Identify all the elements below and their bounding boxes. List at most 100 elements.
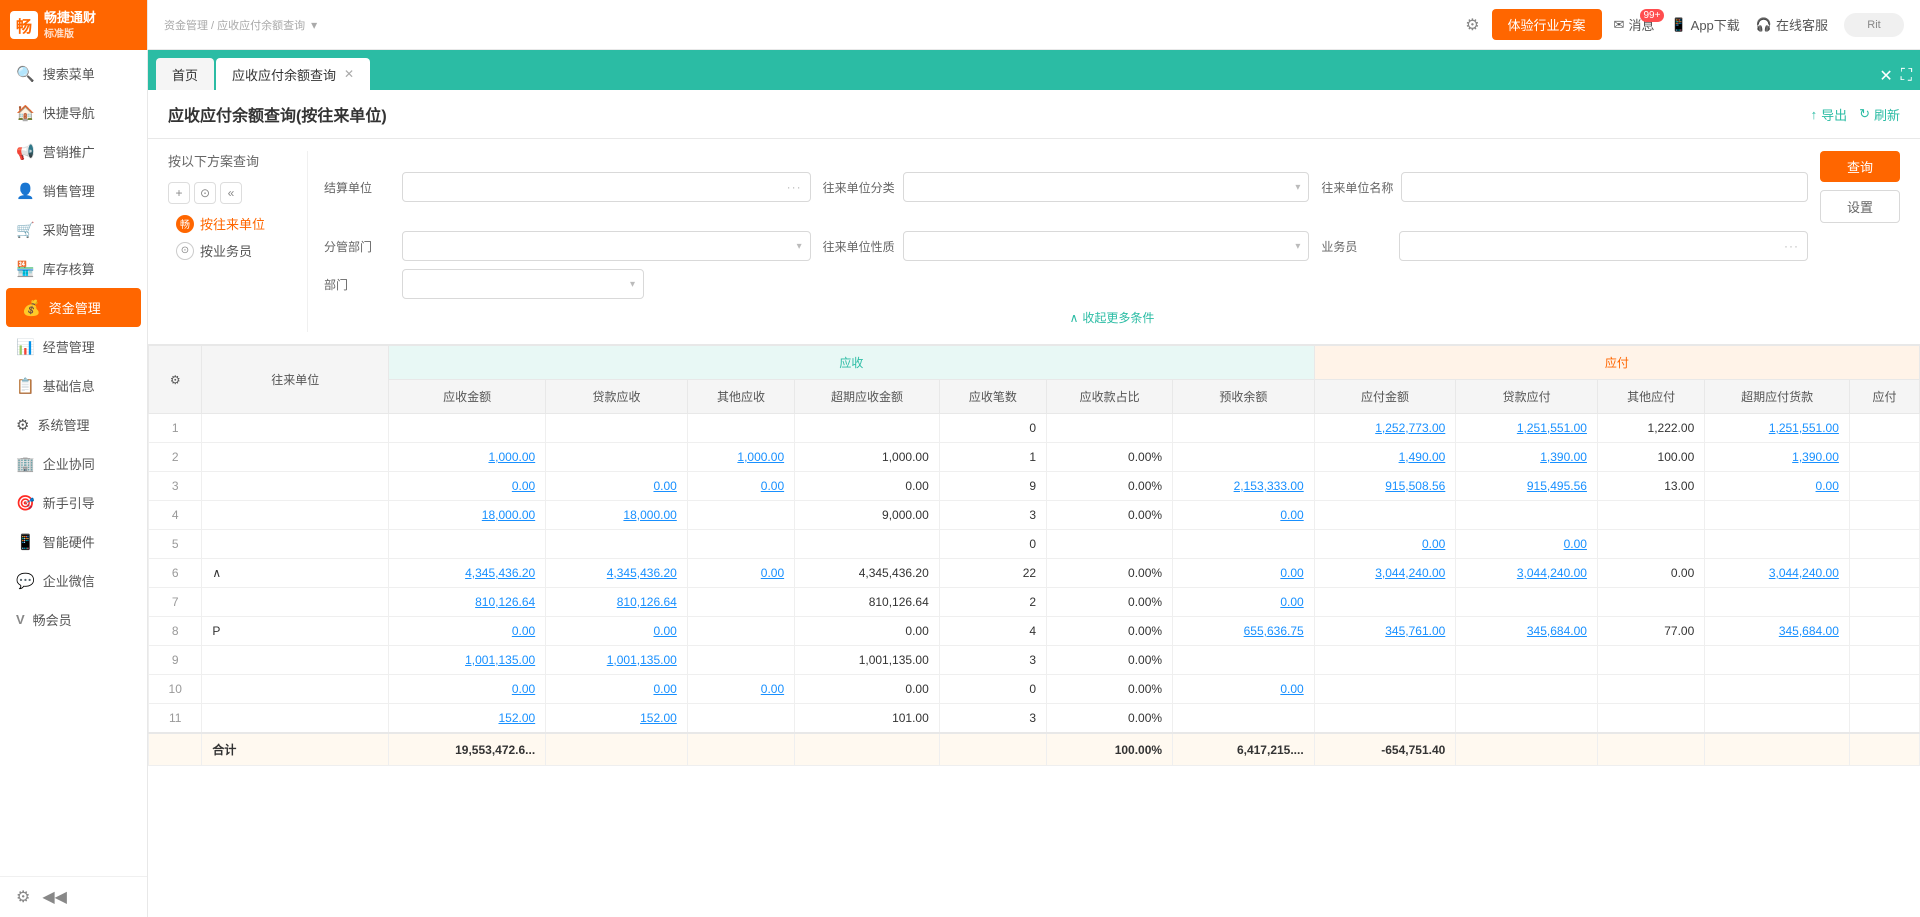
table-cell[interactable] [1314,646,1456,675]
table-cell[interactable]: 0.00 [1173,501,1315,530]
tab-close-icon[interactable]: ✕ [344,67,354,81]
table-cell[interactable]: 1,251,551.00 [1705,414,1850,443]
sidebar-item-quick-nav[interactable]: 🏠 快捷导航 [0,93,147,132]
online-service-button[interactable]: 🎧 在线客服 [1756,15,1828,34]
filter-mode-by-unit[interactable]: 畅 按往来单位 [168,210,299,237]
table-cell[interactable]: 3,044,240.00 [1314,559,1456,588]
table-cell[interactable] [687,646,794,675]
table-cell[interactable]: 1,001,135.00 [389,646,546,675]
table-cell[interactable] [1456,501,1598,530]
sidebar-item-finance[interactable]: 💰 资金管理 [6,288,141,327]
filter-collapse-button[interactable]: « [220,182,242,204]
sidebar-item-enterprise[interactable]: 🏢 企业协同 [0,444,147,483]
table-cell[interactable]: 1,252,773.00 [1314,414,1456,443]
table-cell[interactable]: 0.00 [389,472,546,501]
settlement-unit-input[interactable]: ··· [402,172,811,202]
table-cell[interactable] [687,617,794,646]
table-cell[interactable] [1314,675,1456,704]
message-button[interactable]: ✉ 消息 99+ [1614,15,1655,34]
sidebar-item-vip[interactable]: V 畅会员 [0,600,147,639]
refresh-button[interactable]: ↻ 刷新 [1859,105,1900,124]
table-cell[interactable]: 152.00 [546,704,688,734]
sidebar-item-inventory[interactable]: 🏪 库存核算 [0,249,147,288]
table-cell[interactable]: 0.00 [1173,675,1315,704]
table-cell[interactable]: 1,490.00 [1314,443,1456,472]
table-cell[interactable] [1173,704,1315,734]
table-cell[interactable] [1705,646,1850,675]
table-cell[interactable]: 345,761.00 [1314,617,1456,646]
table-cell[interactable] [687,530,794,559]
table-cell[interactable]: 0.00 [389,617,546,646]
table-cell[interactable] [546,443,688,472]
table-cell[interactable] [1705,704,1850,734]
plan-button[interactable]: 体验行业方案 [1492,9,1602,40]
sidebar-item-system[interactable]: ⚙ 系统管理 [0,405,147,444]
table-cell[interactable] [546,414,688,443]
user-avatar[interactable]: Rit [1844,13,1904,37]
sidebar-item-newbie[interactable]: 🎯 新手引导 [0,483,147,522]
table-cell[interactable] [1173,646,1315,675]
header-settings-icon[interactable]: ⚙ [1465,15,1479,35]
table-cell[interactable]: 0.00 [1314,530,1456,559]
table-cell[interactable] [1173,530,1315,559]
sidebar-item-wechat[interactable]: 💬 企业微信 [0,561,147,600]
table-cell[interactable]: 0.00 [1173,559,1315,588]
table-cell[interactable]: 2,153,333.00 [1173,472,1315,501]
table-cell[interactable]: 4,345,436.20 [546,559,688,588]
table-cell[interactable]: 345,684.00 [1705,617,1850,646]
table-cell[interactable]: 18,000.00 [546,501,688,530]
dept-manager-input[interactable]: ▾ [402,231,811,261]
collapse-filter-button[interactable]: ∧ 收起更多条件 [324,303,1900,332]
table-cell[interactable] [1456,588,1598,617]
table-cell[interactable] [1456,646,1598,675]
table-cell[interactable]: 0.00 [389,675,546,704]
table-cell[interactable]: 0.00 [546,617,688,646]
table-cell[interactable]: 0.00 [687,675,794,704]
table-cell[interactable]: 3,044,240.00 [1456,559,1598,588]
col-settings[interactable]: ⚙ [149,346,202,414]
sidebar-item-sales[interactable]: 👤 销售管理 [0,171,147,210]
sidebar-item-base-info[interactable]: 📋 基础信息 [0,366,147,405]
table-cell[interactable] [1705,588,1850,617]
partner-name-input[interactable] [1401,172,1808,202]
table-cell[interactable]: 1,390.00 [1456,443,1598,472]
settings-btn[interactable]: 设置 [1820,190,1900,223]
sidebar-settings-icon[interactable]: ⚙ [16,887,30,907]
table-cell[interactable] [389,530,546,559]
table-cell[interactable]: 1,000.00 [389,443,546,472]
table-cell[interactable] [1314,588,1456,617]
table-cell[interactable] [1173,443,1315,472]
tab-ar-ap-query[interactable]: 应收应付余额查询 ✕ [216,58,370,90]
table-cell[interactable] [1705,675,1850,704]
sidebar-item-search-menu[interactable]: 🔍 搜索菜单 [0,54,147,93]
table-cell[interactable] [687,501,794,530]
sidebar-collapse-icon[interactable]: ◀◀ [42,887,67,907]
table-cell[interactable]: 915,508.56 [1314,472,1456,501]
table-cell[interactable] [687,588,794,617]
table-cell[interactable] [687,414,794,443]
salesman-input[interactable]: ··· [1399,231,1808,261]
table-cell[interactable]: 0.00 [1173,588,1315,617]
tab-maximize-button[interactable]: ⛶ [1901,67,1912,85]
sidebar-item-smart-hardware[interactable]: 📱 智能硬件 [0,522,147,561]
partner-category-input[interactable]: ▾ [903,172,1310,202]
table-cell[interactable]: 152.00 [389,704,546,734]
export-button[interactable]: ↑ 导出 [1811,105,1848,124]
table-cell[interactable]: 18,000.00 [389,501,546,530]
sidebar-item-operation[interactable]: 📊 经营管理 [0,327,147,366]
table-cell[interactable]: 4,345,436.20 [389,559,546,588]
table-cell[interactable]: 1,251,551.00 [1456,414,1598,443]
table-cell[interactable]: 1,001,135.00 [546,646,688,675]
tab-home[interactable]: 首页 [156,58,214,90]
table-cell[interactable]: 810,126.64 [389,588,546,617]
table-cell[interactable] [546,530,688,559]
tab-close-window-button[interactable]: ✕ [1879,66,1892,86]
table-cell[interactable]: 1,000.00 [687,443,794,472]
table-settings-icon[interactable]: ⚙ [170,373,181,387]
table-cell[interactable]: 0.00 [687,472,794,501]
table-cell[interactable] [1314,501,1456,530]
table-cell[interactable] [1314,704,1456,734]
table-cell[interactable]: 655,636.75 [1173,617,1315,646]
partner-nature-input[interactable]: ▾ [903,231,1310,261]
table-cell[interactable]: 0.00 [687,559,794,588]
